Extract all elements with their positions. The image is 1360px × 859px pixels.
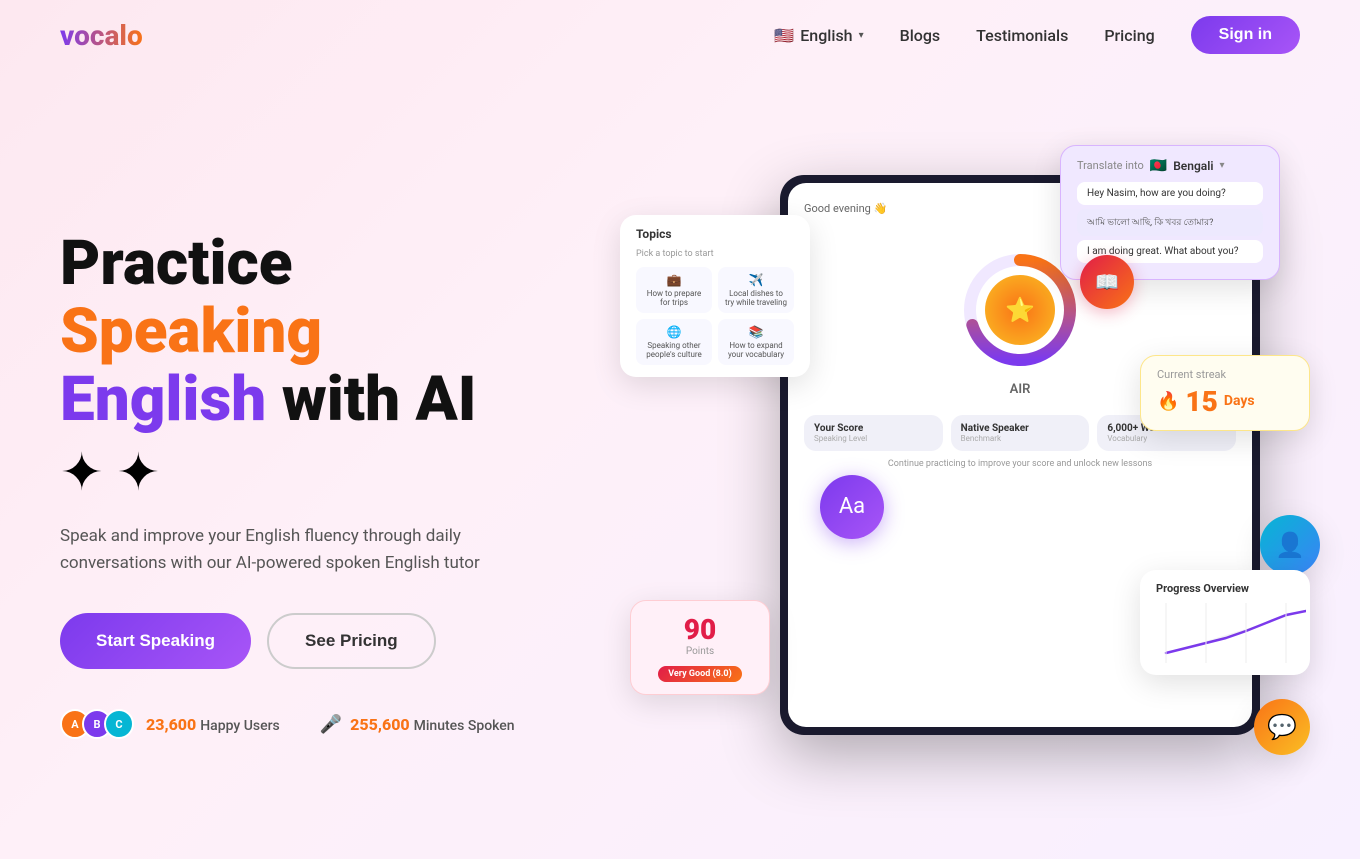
minutes-count: 255,600 <box>350 715 409 734</box>
minutes-label: Minutes Spoken <box>414 718 515 734</box>
hero-title-line3: English with AI <box>60 366 580 434</box>
streak-number: 15 <box>1185 385 1217 418</box>
topics-subtitle: Pick a topic to start <box>636 249 794 259</box>
speaker-2: Native Speaker Benchmark <box>951 415 1090 451</box>
streak-unit: Days <box>1224 393 1255 409</box>
translate-flag-icon: 🇧🇩 <box>1150 158 1167 174</box>
grammar-pill: Aa <box>820 475 884 539</box>
progress-title: Progress Overview <box>1156 582 1294 595</box>
nav-blogs[interactable]: Blogs <box>900 26 941 45</box>
hero-description: Speak and improve your English fluency t… <box>60 523 520 577</box>
users-label: Happy Users <box>200 718 280 734</box>
translate-header: Translate into 🇧🇩 Bengali ▾ <box>1077 158 1263 174</box>
user-avatar-card: 👤 <box>1260 515 1320 575</box>
sparkle-icon: ✦ ✦ <box>60 442 580 503</box>
language-label: English <box>800 26 852 45</box>
book-icon: 📖 <box>1095 270 1120 294</box>
chevron-down-icon: ▾ <box>859 30 864 41</box>
tablet-footer: Continue practicing to improve your scor… <box>804 459 1236 469</box>
flag-icon: 🇺🇸 <box>774 26 794 45</box>
language-selector[interactable]: 🇺🇸 English ▾ <box>774 26 863 45</box>
score-inner: ⭐ <box>985 275 1055 345</box>
hero-buttons: Start Speaking See Pricing <box>60 613 580 669</box>
hero-title-purple: English <box>60 363 266 436</box>
hero-section: Practice Speaking English with AI ✦ ✦ Sp… <box>0 70 1360 859</box>
translate-lang-label: Bengali <box>1173 159 1213 173</box>
topic-1[interactable]: 💼How to prepare for trips <box>636 267 712 313</box>
hero-content: Practice Speaking English with AI ✦ ✦ Sp… <box>60 230 580 740</box>
logo[interactable]: vocalo <box>60 19 143 52</box>
signin-button[interactable]: Sign in <box>1191 16 1300 54</box>
points-badge: Very Good (8.0) <box>658 666 742 682</box>
hero-title-dark: with AI <box>266 363 476 436</box>
progress-chart <box>1156 603 1294 663</box>
hero-title-line1: Practice <box>60 230 580 298</box>
microphone-icon: 🎤 <box>320 714 342 735</box>
users-count: 23,600 <box>146 715 196 734</box>
stat-users: A B C 23,600 Happy Users <box>60 709 280 739</box>
topic-3[interactable]: 🌐Speaking other people's culture <box>636 319 712 365</box>
chevron-icon: ▾ <box>1219 160 1224 171</box>
hero-stats: A B C 23,600 Happy Users 🎤 255,600 Minut… <box>60 709 580 739</box>
grammar-icon: Aa <box>839 494 865 519</box>
progress-card: Progress Overview <box>1140 570 1310 675</box>
nav-testimonials[interactable]: Testimonials <box>976 26 1068 45</box>
stat-avatars: A B C <box>60 709 134 739</box>
tablet-user-info: Good evening 👋 <box>804 202 887 215</box>
points-number: 90 <box>647 613 753 646</box>
book-pill: 📖 <box>1080 255 1134 309</box>
topic-4[interactable]: 📚How to expand your vocabulary <box>718 319 794 365</box>
hero-illustration: Good evening 👋 AI Coach <box>600 155 1300 815</box>
chat-icon: 💬 <box>1267 713 1297 741</box>
topics-grid: 💼How to prepare for trips ✈️Local dishes… <box>636 267 794 365</box>
points-card: 90 Points Very Good (8.0) <box>630 600 770 695</box>
avatar-3: C <box>104 709 134 739</box>
flame-icon: 🔥 <box>1157 391 1179 412</box>
user-avatar-icon: 👤 <box>1275 531 1305 559</box>
navbar: vocalo 🇺🇸 English ▾ Blogs Testimonials P… <box>0 0 1360 70</box>
nav-pricing[interactable]: Pricing <box>1104 26 1154 45</box>
stat-minutes: 🎤 255,600 Minutes Spoken <box>320 714 515 735</box>
topics-card: Topics Pick a topic to start 💼How to pre… <box>620 215 810 377</box>
stat-minutes-info: 255,600 Minutes Spoken <box>350 715 514 734</box>
stat-users-info: 23,600 Happy Users <box>146 715 280 734</box>
streak-card: Current streak 🔥 15 Days <box>1140 355 1310 431</box>
see-pricing-button[interactable]: See Pricing <box>267 613 436 669</box>
speaker-1: Your Score Speaking Level <box>804 415 943 451</box>
chat-msg-1: Hey Nasim, how are you doing? <box>1077 182 1263 205</box>
nav-links: 🇺🇸 English ▾ Blogs Testimonials Pricing … <box>774 16 1300 54</box>
start-speaking-button[interactable]: Start Speaking <box>60 613 251 669</box>
topic-2[interactable]: ✈️Local dishes to try while traveling <box>718 267 794 313</box>
star-icon: ⭐ <box>1005 296 1035 324</box>
topics-title: Topics <box>636 227 794 241</box>
chat-icon-card[interactable]: 💬 <box>1254 699 1310 755</box>
points-label: Points <box>647 646 753 657</box>
chat-msg-2: আমি ভালো আছি, কি খবর তোমার? <box>1077 209 1263 236</box>
streak-title: Current streak <box>1157 368 1293 381</box>
hero-title-line2: Speaking <box>60 298 580 366</box>
